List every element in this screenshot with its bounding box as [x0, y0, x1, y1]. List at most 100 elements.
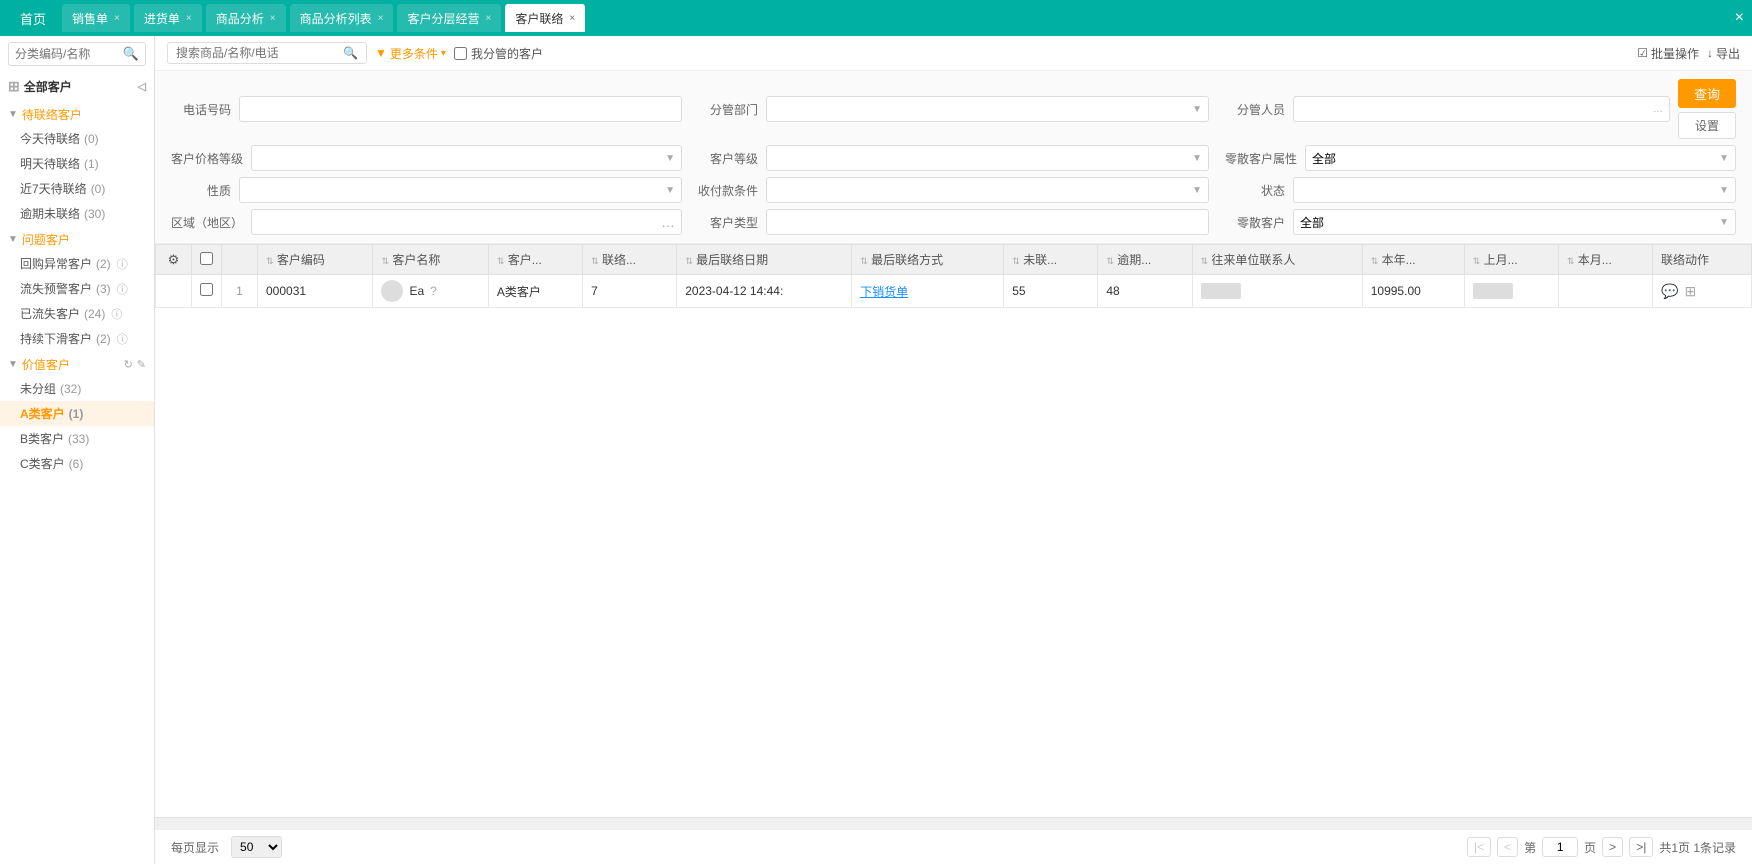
customer-level-label: 客户等级: [698, 150, 758, 167]
chat-icon[interactable]: 💬: [1661, 283, 1678, 300]
link-icon[interactable]: ⊞: [1684, 283, 1696, 300]
search-input[interactable]: [176, 46, 339, 60]
row-actions: 💬 ⊞: [1653, 275, 1752, 308]
tab-product-analysis[interactable]: 商品分析 ×: [206, 4, 286, 32]
prev-page-button[interactable]: <: [1497, 837, 1518, 857]
sidebar-item-today-pending[interactable]: 今天待联络 (0): [0, 126, 154, 151]
customer-type-select[interactable]: [766, 209, 1209, 235]
tab-product-analysis-list[interactable]: 商品分析列表 ×: [290, 4, 394, 32]
sidebar-search-input[interactable]: [15, 47, 119, 61]
col-year-amount[interactable]: ⇅ 本年...: [1362, 245, 1464, 275]
sidebar-item-declining[interactable]: 持续下滑客户 (2) ⓘ: [0, 326, 154, 351]
row-last-contact-method[interactable]: 下销货单: [852, 275, 1004, 308]
sidebar-item-tomorrow-pending[interactable]: 明天待联络 (1): [0, 151, 154, 176]
col-settings[interactable]: ⚙: [156, 245, 192, 275]
col-no-contact[interactable]: ⇅ 未联...: [1004, 245, 1098, 275]
person-select[interactable]: …: [1293, 96, 1670, 122]
top-navigation: 首页 销售单 × 进货单 × 商品分析 × 商品分析列表 × 客户分层经营 × …: [0, 0, 1752, 36]
phone-input[interactable]: [239, 96, 682, 122]
tab-purchase-order[interactable]: 进货单 ×: [134, 4, 202, 32]
more-conditions-button[interactable]: ▼ 更多条件 ▾: [375, 45, 446, 62]
horizontal-scrollbar[interactable]: [155, 817, 1752, 829]
refresh-icon[interactable]: ↻: [124, 358, 133, 371]
col-last-contact-method[interactable]: ⇅ 最后联络方式: [852, 245, 1004, 275]
table-settings-icon[interactable]: ⚙: [168, 252, 180, 267]
sidebar-item-overdue-pending[interactable]: 逾期未联络 (30): [0, 201, 154, 226]
col-code[interactable]: ⇅ 客户编码: [258, 245, 373, 275]
query-button[interactable]: 查询: [1678, 79, 1736, 108]
close-sales-order-icon[interactable]: ×: [114, 13, 120, 24]
col-last-contact-date[interactable]: ⇅ 最后联络日期: [677, 245, 852, 275]
col-contacts[interactable]: ⇅ 往来单位联系人: [1192, 245, 1362, 275]
sidebar-item-7day-pending[interactable]: 近7天待联络 (0): [0, 176, 154, 201]
sidebar-collapse-icon[interactable]: ◁: [138, 80, 146, 93]
my-customers-checkbox[interactable]: [454, 47, 467, 60]
my-customers-checkbox-container[interactable]: 我分管的客户: [454, 45, 543, 62]
last-page-button[interactable]: >|: [1629, 837, 1653, 857]
row-name[interactable]: Ea ?: [373, 275, 488, 308]
tab-customer-segmentation[interactable]: 客户分层经营 ×: [397, 4, 501, 32]
home-tab[interactable]: 首页: [8, 9, 58, 28]
col-contact-count[interactable]: ⇅ 联络...: [583, 245, 677, 275]
sidebar-item-unclassified[interactable]: 未分组 (32): [0, 376, 154, 401]
filter-status-row: 状态 ▼: [1225, 177, 1736, 203]
main-layout: 🔍 ⊞ 全部客户 ◁ ▼ 待联络客户 今天待联络 (0) 明天待联络 (1): [0, 36, 1752, 864]
status-select[interactable]: ▼: [1293, 177, 1736, 203]
settings-button[interactable]: 设置: [1678, 112, 1736, 139]
col-name[interactable]: ⇅ 客户名称: [373, 245, 488, 275]
first-page-button[interactable]: |<: [1467, 837, 1491, 857]
edit-icon[interactable]: ✎: [137, 358, 146, 371]
retail-attr-select[interactable]: 全部 ▼: [1305, 145, 1736, 171]
region-input[interactable]: …: [251, 209, 682, 235]
export-button[interactable]: ↓ 导出: [1707, 45, 1740, 62]
select-all-checkbox[interactable]: [200, 252, 213, 265]
close-purchase-order-icon[interactable]: ×: [186, 13, 192, 24]
batch-operation-button[interactable]: ☑ 批量操作: [1637, 45, 1699, 62]
sidebar-search-box[interactable]: 🔍: [8, 42, 146, 66]
region-dots-icon[interactable]: …: [661, 214, 675, 230]
close-product-analysis-icon[interactable]: ×: [270, 13, 276, 24]
sidebar-search-icon[interactable]: 🔍: [123, 46, 139, 62]
department-select[interactable]: ▼: [766, 96, 1209, 122]
problem-group-header[interactable]: ▼ 问题客户: [0, 226, 154, 251]
value-group-header[interactable]: ▼ 价值客户 ↻ ✎: [0, 351, 154, 376]
next-page-button[interactable]: >: [1602, 837, 1623, 857]
sidebar-item-churned[interactable]: 已流失客户 (24) ⓘ: [0, 301, 154, 326]
row-checkbox[interactable]: [200, 283, 213, 296]
search-icon: 🔍: [343, 46, 358, 60]
sidebar-item-c-class[interactable]: C类客户 (6): [0, 451, 154, 476]
tab-customer-contact[interactable]: 客户联络 ×: [505, 4, 585, 32]
row-checkbox-cell[interactable]: [192, 275, 222, 308]
filter-person-row: 分管人员 … 查询 设置: [1225, 79, 1736, 139]
sidebar-item-churn-warning[interactable]: 流失预警客户 (3) ⓘ: [0, 276, 154, 301]
col-overdue[interactable]: ⇅ 逾期...: [1098, 245, 1192, 275]
nature-select[interactable]: ▼: [239, 177, 682, 203]
col-checkbox[interactable]: [192, 245, 222, 275]
col-last-month[interactable]: ⇅ 上月...: [1464, 245, 1558, 275]
window-close-button[interactable]: ×: [1735, 9, 1744, 27]
search-box[interactable]: 🔍: [167, 42, 367, 64]
customer-level-select[interactable]: ▼: [766, 145, 1209, 171]
price-level-select[interactable]: ▼: [251, 145, 682, 171]
sidebar-item-a-class[interactable]: A类客户 (1): [0, 401, 154, 426]
tab-sales-order[interactable]: 销售单 ×: [62, 4, 130, 32]
col-index: [222, 245, 258, 275]
pending-arrow-icon: ▼: [8, 109, 18, 120]
pending-group-header[interactable]: ▼ 待联络客户: [0, 101, 154, 126]
sidebar-item-b-class[interactable]: B类客户 (33): [0, 426, 154, 451]
payment-select[interactable]: ▼: [766, 177, 1209, 203]
close-customer-segmentation-icon[interactable]: ×: [485, 13, 491, 24]
payment-label: 收付款条件: [698, 182, 758, 199]
page-number-input[interactable]: [1542, 837, 1578, 857]
col-level[interactable]: ⇅ 客户...: [488, 245, 582, 275]
col-this-month[interactable]: ⇅ 本月...: [1558, 245, 1652, 275]
sort-icon-last-month: ⇅: [1473, 256, 1481, 266]
main-content: 🔍 ▼ 更多条件 ▾ 我分管的客户 ☑ 批量操作 ↓ 导出: [155, 36, 1752, 864]
sort-icon-contacts: ⇅: [1201, 256, 1209, 266]
close-product-analysis-list-icon[interactable]: ×: [378, 13, 384, 24]
retail-customer-select[interactable]: 全部 ▼: [1293, 209, 1736, 235]
per-page-select[interactable]: 50 100: [231, 836, 282, 858]
filter-retail-attr-row: 零散客户属性 全部 ▼: [1225, 145, 1736, 171]
sidebar-item-repurchase-abnormal[interactable]: 回购异常客户 (2) ⓘ: [0, 251, 154, 276]
close-customer-contact-icon[interactable]: ×: [569, 13, 575, 24]
